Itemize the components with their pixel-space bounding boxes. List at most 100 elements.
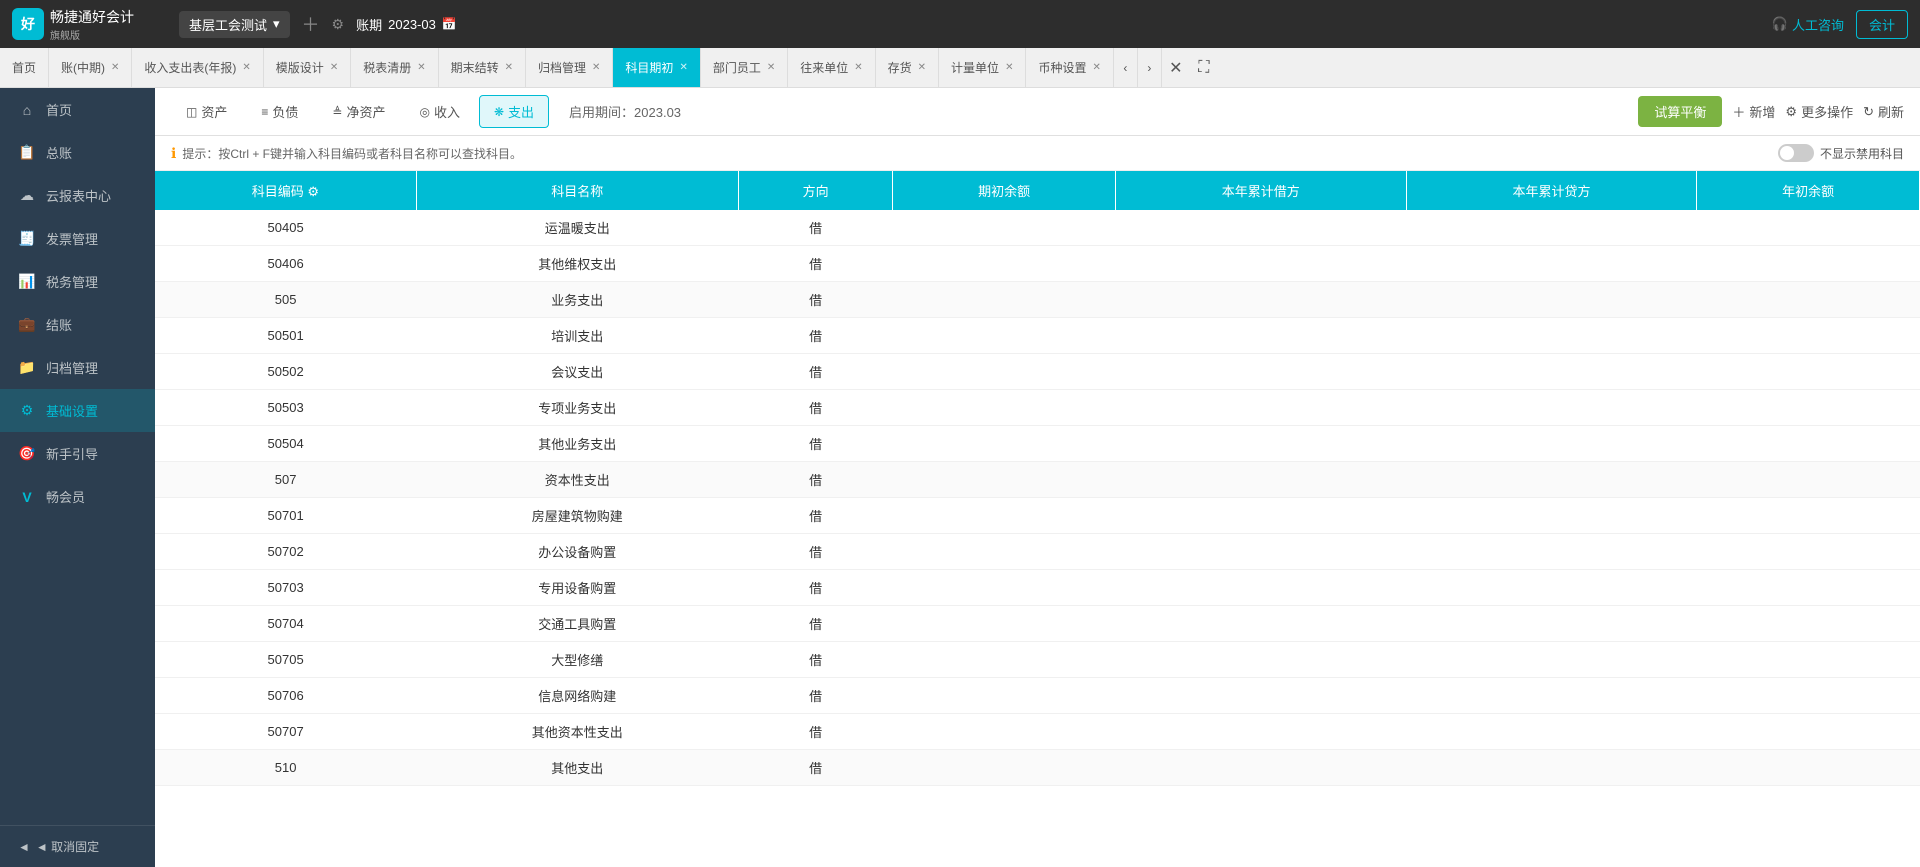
sub-tab-expense[interactable]: ❋ 支出	[479, 95, 549, 128]
table-row[interactable]: 50501 培训支出 借	[155, 318, 1920, 354]
sidebar-label-settlement: 结账	[46, 315, 72, 334]
table-row[interactable]: 50503 专项业务支出 借	[155, 390, 1920, 426]
tab-dept-close[interactable]: ✕	[767, 62, 775, 73]
tab-period-transfer-close[interactable]: ✕	[505, 62, 513, 73]
balance-btn[interactable]: 试算平衡	[1638, 96, 1722, 127]
company-selector[interactable]: 基层工会测试 ▾	[179, 11, 290, 38]
table-row[interactable]: 50502 会议支出 借	[155, 354, 1920, 390]
cell-opening-bal	[893, 606, 1116, 642]
cell-ytd-credit	[1406, 534, 1697, 570]
sidebar-item-archive[interactable]: 📁 归档管理	[0, 346, 155, 389]
cell-dir: 借	[738, 642, 893, 678]
tab-template-label: 模版设计	[276, 59, 324, 76]
table-row[interactable]: 50702 办公设备购置 借	[155, 534, 1920, 570]
sidebar-item-guide[interactable]: 🎯 新手引导	[0, 432, 155, 475]
table-row[interactable]: 505 业务支出 借	[155, 282, 1920, 318]
cell-opening-bal	[893, 498, 1116, 534]
tab-subject-init[interactable]: 科目期初 ✕	[613, 48, 700, 87]
cell-opening-bal	[893, 210, 1116, 246]
table-row[interactable]: 50705 大型修缮 借	[155, 642, 1920, 678]
cell-year-opening	[1697, 210, 1920, 246]
tab-period-transfer[interactable]: 期末结转 ✕	[439, 48, 526, 87]
tab-currency[interactable]: 币种设置 ✕	[1026, 48, 1113, 87]
table-row[interactable]: 50707 其他资本性支出 借	[155, 714, 1920, 750]
account-btn[interactable]: 会计	[1856, 10, 1908, 39]
toolbar-right: 试算平衡 ＋ 新增 ⚙ 更多操作 ↻ 刷新	[1638, 96, 1904, 127]
table-row[interactable]: 50504 其他业务支出 借	[155, 426, 1920, 462]
tab-ledger[interactable]: 账(中期) ✕	[49, 48, 132, 87]
sub-tab-net-asset[interactable]: ≜ 净资产	[317, 95, 400, 128]
sidebar-item-report[interactable]: ☁ 云报表中心	[0, 174, 155, 217]
sidebar-item-tax[interactable]: 📊 税务管理	[0, 260, 155, 303]
tab-unit-close[interactable]: ✕	[1005, 62, 1013, 73]
cell-ytd-credit	[1406, 318, 1697, 354]
tab-unit[interactable]: 计量单位 ✕	[939, 48, 1026, 87]
archive-icon: 📁	[18, 359, 36, 376]
cell-ytd-credit	[1406, 282, 1697, 318]
sidebar-item-member[interactable]: V 畅会员	[0, 475, 155, 518]
cell-ytd-credit	[1406, 354, 1697, 390]
settings-col-icon[interactable]: ⚙	[307, 184, 319, 199]
tab-template[interactable]: 模版设计 ✕	[264, 48, 351, 87]
tab-tax-close[interactable]: ✕	[417, 62, 425, 73]
sub-tab-liability[interactable]: ≡ 负债	[246, 95, 313, 128]
tab-tax[interactable]: 税表清册 ✕	[351, 48, 438, 87]
sidebar-item-ledger[interactable]: 📋 总账	[0, 131, 155, 174]
tab-income-report[interactable]: 收入支出表(年报) ✕	[132, 48, 263, 87]
tab-archive[interactable]: 归档管理 ✕	[526, 48, 613, 87]
tab-close-all[interactable]: ✕	[1162, 48, 1190, 87]
cell-year-opening	[1697, 390, 1920, 426]
calendar-icon[interactable]: 📅	[442, 17, 457, 31]
tab-nav-prev[interactable]: ‹	[1114, 48, 1138, 87]
tab-partner-close[interactable]: ✕	[854, 62, 862, 73]
cell-ytd-debit	[1115, 462, 1406, 498]
tab-subject-init-close[interactable]: ✕	[679, 62, 687, 73]
table-row[interactable]: 507 资本性支出 借	[155, 462, 1920, 498]
tab-ledger-close[interactable]: ✕	[111, 62, 119, 73]
table-row[interactable]: 50704 交通工具购置 借	[155, 606, 1920, 642]
sidebar-item-settlement[interactable]: 💼 结账	[0, 303, 155, 346]
tab-partner-label: 往来单位	[800, 59, 848, 76]
disable-toggle[interactable]	[1778, 144, 1814, 162]
cell-dir: 借	[738, 750, 893, 786]
period-value: 2023-03	[388, 17, 436, 32]
tab-archive-close[interactable]: ✕	[592, 62, 600, 73]
table-row[interactable]: 50701 房屋建筑物购建 借	[155, 498, 1920, 534]
tab-income-report-close[interactable]: ✕	[242, 62, 250, 73]
sidebar-collapse-btn[interactable]: ◄ ◄ 取消固定	[0, 825, 155, 867]
help-btn[interactable]: 🎧 人工咨询	[1772, 15, 1844, 34]
cell-name: 专用设备购置	[416, 570, 738, 606]
refresh-btn[interactable]: ↻ 刷新	[1863, 102, 1904, 121]
more-label: 更多操作	[1801, 102, 1853, 121]
settings-icon[interactable]: ⚙	[332, 16, 345, 33]
help-label: 人工咨询	[1792, 15, 1844, 34]
sub-tab-income[interactable]: ◎ 收入	[404, 95, 475, 128]
more-btn[interactable]: ⚙ 更多操作	[1785, 102, 1853, 121]
tab-dept[interactable]: 部门员工 ✕	[701, 48, 788, 87]
add-btn[interactable]: ＋ 新增	[1732, 102, 1775, 121]
table-row[interactable]: 50405 运温暖支出 借	[155, 210, 1920, 246]
sidebar-item-home[interactable]: ⌂ 首页	[0, 88, 155, 131]
tab-expand[interactable]: ⛶	[1190, 48, 1218, 87]
tab-partner[interactable]: 往来单位 ✕	[788, 48, 875, 87]
sidebar-label-report: 云报表中心	[46, 186, 111, 205]
sidebar-label-guide: 新手引导	[46, 444, 98, 463]
table-row[interactable]: 50406 其他维权支出 借	[155, 246, 1920, 282]
sidebar-item-basic[interactable]: ⚙ 基础设置	[0, 389, 155, 432]
sub-tab-liability-label: 负债	[272, 102, 298, 121]
tab-inventory-close[interactable]: ✕	[918, 62, 926, 73]
table-row[interactable]: 50703 专用设备购置 借	[155, 570, 1920, 606]
sub-tab-asset[interactable]: ◫ 资产	[171, 95, 242, 128]
sidebar-item-invoice[interactable]: 🧾 发票管理	[0, 217, 155, 260]
add-company-btn[interactable]: ＋	[302, 11, 320, 37]
table-row[interactable]: 510 其他支出 借	[155, 750, 1920, 786]
tab-home[interactable]: 首页	[0, 48, 49, 87]
tab-nav-next[interactable]: ›	[1138, 48, 1162, 87]
tab-inventory[interactable]: 存货 ✕	[876, 48, 939, 87]
refresh-label: 刷新	[1878, 102, 1904, 121]
cell-year-opening	[1697, 570, 1920, 606]
table-row[interactable]: 50706 信息网络购建 借	[155, 678, 1920, 714]
th-ytd-debit: 本年累计借方	[1115, 171, 1406, 210]
tab-template-close[interactable]: ✕	[330, 62, 338, 73]
tab-currency-close[interactable]: ✕	[1092, 62, 1100, 73]
